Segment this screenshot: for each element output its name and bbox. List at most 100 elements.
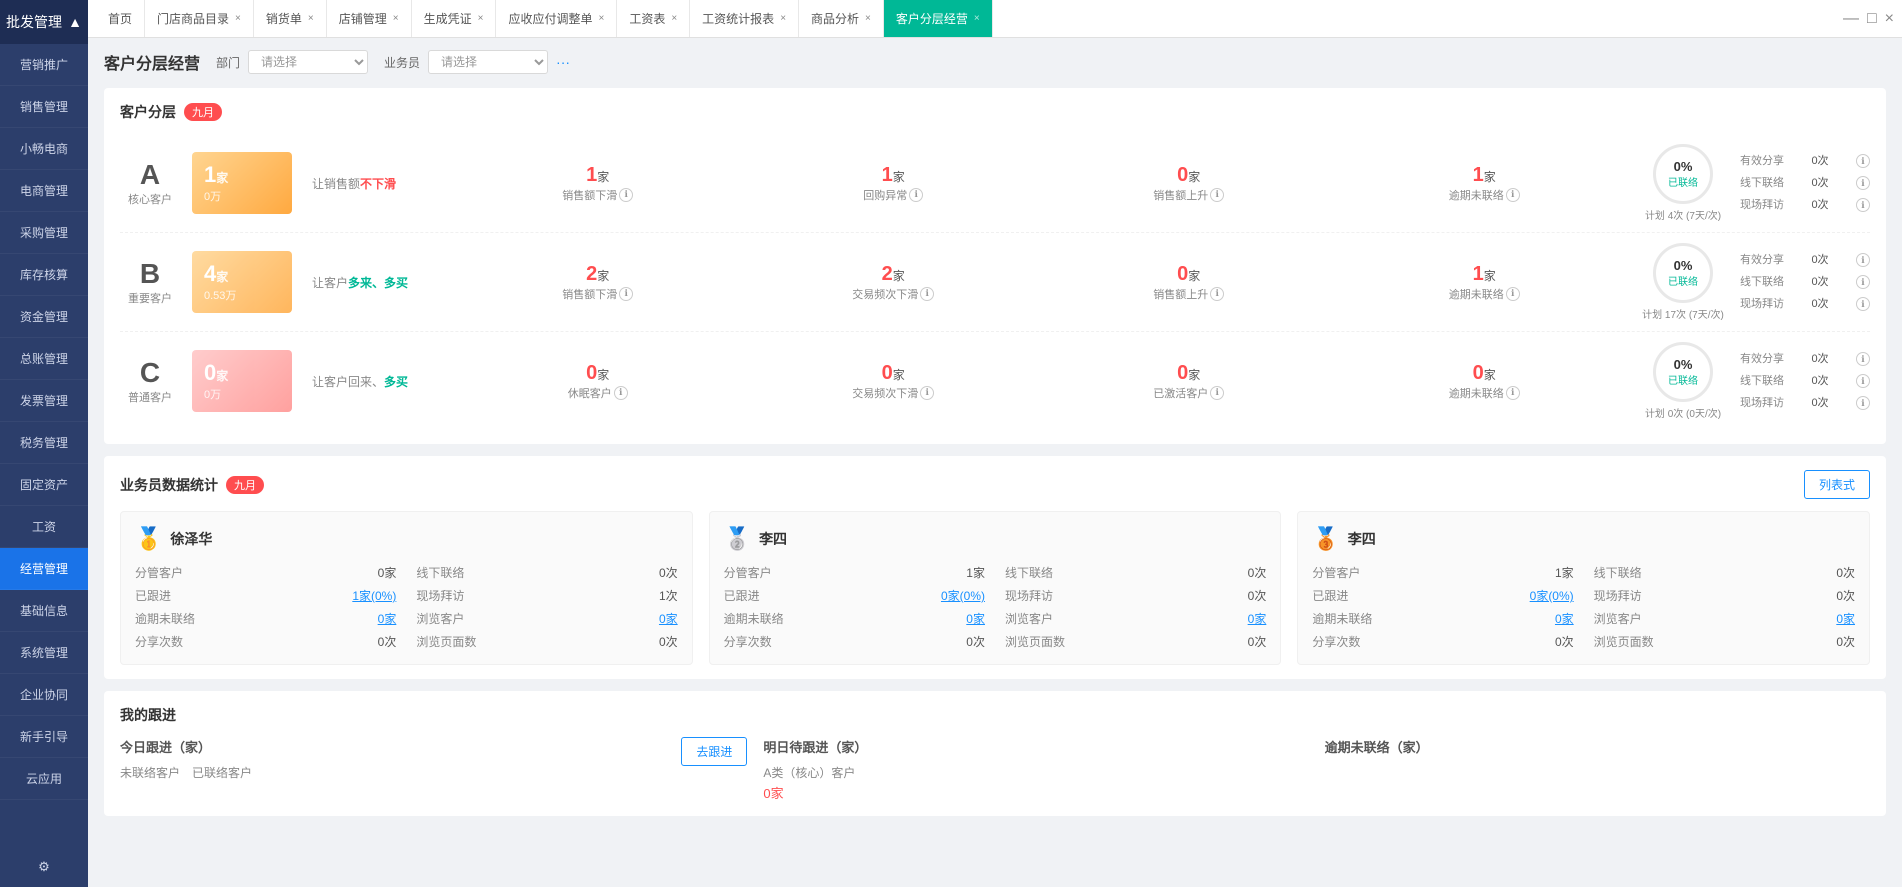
tier-metric-C-2[interactable]: 0家 已激活客户 ℹ [1047,362,1331,401]
stat-val-1-4[interactable]: 0家 [966,610,985,627]
tier-metric-A-3[interactable]: 1家 逾期未联络 ℹ [1343,164,1627,203]
tab-工资统计报表[interactable]: 工资统计报表× [690,0,799,38]
action-info-icon[interactable]: ℹ [1856,198,1870,212]
window-maximize-icon[interactable]: □ [1867,10,1877,28]
gear-icon[interactable]: ⚙ [0,847,88,887]
tier-metric-A-1[interactable]: 1家 回购异常 ℹ [752,164,1036,203]
tab-销货单[interactable]: 销货单× [254,0,327,38]
sidebar-item-税务管理[interactable]: 税务管理 [0,422,88,464]
stat-val-1-5[interactable]: 0家 [1248,610,1267,627]
tier-metric-A-2[interactable]: 0家 销售额上升 ℹ [1047,164,1331,203]
dept-select[interactable]: 请选择 [248,50,368,74]
action-info-icon[interactable]: ℹ [1856,374,1870,388]
tab-客户分层经营[interactable]: 客户分层经营× [884,0,993,38]
tier-metric-A-0[interactable]: 1家 销售额下滑 ℹ [456,164,740,203]
staff-section: 业务员数据统计 九月 列表式 🥇 徐泽华 分管客户 0家 线下联络 0次 [104,456,1886,679]
tier-metric-B-1[interactable]: 2家 交易频次下滑 ℹ [752,263,1036,302]
sidebar-item-小畅电商[interactable]: 小畅电商 [0,128,88,170]
tab-close-icon[interactable]: × [780,13,786,24]
metric-info-icon[interactable]: ℹ [614,386,628,400]
stat-val-0-7: 0次 [659,633,678,650]
sidebar-item-云应用[interactable]: 云应用 [0,758,88,800]
metric-info-icon[interactable]: ℹ [1506,386,1520,400]
metric-info-icon[interactable]: ℹ [619,188,633,202]
sidebar-item-工资[interactable]: 工资 [0,506,88,548]
sidebar-header[interactable]: 批发管理 ▲ [0,0,88,44]
stat-val-2-4[interactable]: 0家 [1555,610,1574,627]
metric-info-icon[interactable]: ℹ [1210,188,1224,202]
more-filters-icon[interactable]: ··· [556,54,570,70]
tab-close-icon[interactable]: × [308,13,314,24]
sidebar-item-新手引导[interactable]: 新手引导 [0,716,88,758]
go-followup-btn[interactable]: 去跟进 [681,737,747,766]
sidebar-item-销售管理[interactable]: 销售管理 [0,86,88,128]
stat-val-2-5[interactable]: 0家 [1836,610,1855,627]
staff-select[interactable]: 请选择 [428,50,548,74]
tier-count-B[interactable]: 4家 0.53万 [192,251,292,313]
action-label: 有效分享 [1740,348,1784,370]
sidebar-item-库存核算[interactable]: 库存核算 [0,254,88,296]
action-info-icon[interactable]: ℹ [1856,396,1870,410]
tab-close-icon[interactable]: × [671,13,677,24]
tier-count-C[interactable]: 0家 0万 [192,350,292,412]
tier-metric-B-3[interactable]: 1家 逾期未联络 ℹ [1343,263,1627,302]
sidebar-items: 营销推广销售管理小畅电商电商管理采购管理库存核算资金管理总账管理发票管理税务管理… [0,44,88,847]
sidebar-item-资金管理[interactable]: 资金管理 [0,296,88,338]
action-info-icon[interactable]: ℹ [1856,253,1870,267]
stat-val-0-2[interactable]: 1家(0%) [352,587,396,604]
tier-metric-C-0[interactable]: 0家 休眠客户 ℹ [456,362,740,401]
metric-info-icon[interactable]: ℹ [1210,287,1224,301]
action-info-icon[interactable]: ℹ [1856,297,1870,311]
sidebar-item-发票管理[interactable]: 发票管理 [0,380,88,422]
tab-门店商品目录[interactable]: 门店商品目录× [145,0,254,38]
sidebar-item-营销推广[interactable]: 营销推广 [0,44,88,86]
metric-info-icon[interactable]: ℹ [920,287,934,301]
window-close-icon[interactable]: × [1885,10,1894,28]
tab-应收应付调整单[interactable]: 应收应付调整单× [496,0,617,38]
tab-商品分析[interactable]: 商品分析× [799,0,884,38]
stat-val-0-5[interactable]: 0家 [659,610,678,627]
tier-metric-B-2[interactable]: 0家 销售额上升 ℹ [1047,263,1331,302]
tab-close-icon[interactable]: × [974,13,980,24]
sidebar-collapse-icon[interactable]: ▲ [68,14,82,30]
tier-metric-C-1[interactable]: 0家 交易频次下滑 ℹ [752,362,1036,401]
sidebar-item-固定资产[interactable]: 固定资产 [0,464,88,506]
tier-metric-B-0[interactable]: 2家 销售额下滑 ℹ [456,263,740,302]
sidebar-item-基础信息[interactable]: 基础信息 [0,590,88,632]
action-info-icon[interactable]: ℹ [1856,352,1870,366]
stat-row-2-4: 逾期未联络 0家 [1312,610,1573,627]
tier-row-B: B 重要客户 4家 0.53万 让客户多来、多买 2家 销售额下滑 ℹ 2家 交… [120,233,1870,332]
action-info-icon[interactable]: ℹ [1856,176,1870,190]
tab-店铺管理[interactable]: 店铺管理× [327,0,412,38]
tab-close-icon[interactable]: × [478,13,484,24]
action-info-icon[interactable]: ℹ [1856,154,1870,168]
action-info-icon[interactable]: ℹ [1856,275,1870,289]
stat-val-2-2[interactable]: 0家(0%) [1530,587,1574,604]
metric-info-icon[interactable]: ℹ [1506,188,1520,202]
tab-close-icon[interactable]: × [865,13,871,24]
metric-info-icon[interactable]: ℹ [920,386,934,400]
sidebar-item-采购管理[interactable]: 采购管理 [0,212,88,254]
tab-close-icon[interactable]: × [598,13,604,24]
sidebar-item-电商管理[interactable]: 电商管理 [0,170,88,212]
metric-info-icon[interactable]: ℹ [619,287,633,301]
tab-首页[interactable]: 首页 [96,0,145,38]
tab-close-icon[interactable]: × [235,13,241,24]
stat-val-1-2[interactable]: 0家(0%) [941,587,985,604]
window-minimize-icon[interactable]: — [1843,10,1859,28]
metric-info-icon[interactable]: ℹ [1210,386,1224,400]
tier-count-A[interactable]: 1家 0万 [192,152,292,214]
sidebar-item-企业协同[interactable]: 企业协同 [0,674,88,716]
metric-info-icon[interactable]: ℹ [909,188,923,202]
list-view-btn[interactable]: 列表式 [1804,470,1870,499]
sidebar-item-总账管理[interactable]: 总账管理 [0,338,88,380]
sidebar-item-系统管理[interactable]: 系统管理 [0,632,88,674]
tier-metric-C-3[interactable]: 0家 逾期未联络 ℹ [1343,362,1627,401]
tab-close-icon[interactable]: × [393,13,399,24]
metric-info-icon[interactable]: ℹ [1506,287,1520,301]
stat-val-2-1: 0次 [1836,564,1855,581]
stat-val-0-4[interactable]: 0家 [378,610,397,627]
sidebar-item-经营管理[interactable]: 经营管理 [0,548,88,590]
tab-工资表[interactable]: 工资表× [617,0,690,38]
tab-生成凭证[interactable]: 生成凭证× [412,0,497,38]
